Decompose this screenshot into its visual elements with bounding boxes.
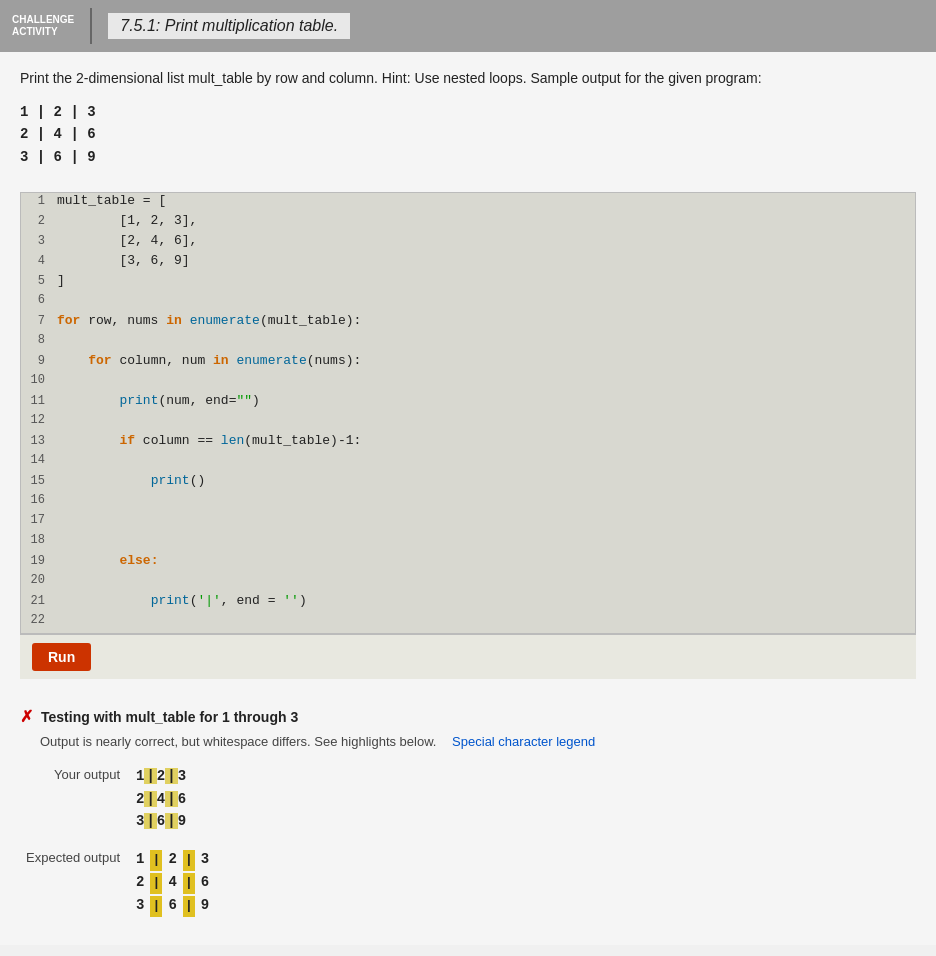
code-line-11: 11 print(num, end="") (21, 393, 915, 413)
activity-title: 7.5.1: Print multiplication table. (108, 13, 350, 39)
your-output-line-1: 1|2|3 (136, 765, 186, 787)
code-line-12: 12 (21, 413, 915, 433)
sample-line-3: 3 | 6 | 9 (20, 146, 916, 168)
challenge-label: CHALLENGE ACTIVITY (12, 14, 74, 38)
your-output-line-3: 3|6|9 (136, 810, 186, 832)
expected-output-block: 1 | 2 | 3 2 | 4 | 6 3 | 6 | 9 (136, 848, 209, 916)
code-line-13: 13 if column == len(mult_table)-1: (21, 433, 915, 453)
test-result-text: Testing with mult_table for 1 through 3 (41, 709, 298, 725)
expected-output-label: Expected output (20, 848, 120, 865)
code-line-4: 4 [3, 6, 9] (21, 253, 915, 273)
code-line-21: 21 print('|', end = '') (21, 593, 915, 613)
header: CHALLENGE ACTIVITY 7.5.1: Print multipli… (0, 0, 936, 52)
expected-output-section: Expected output 1 | 2 | 3 2 | 4 | 6 3 | … (20, 848, 916, 916)
expected-line-1: 1 | 2 | 3 (136, 848, 209, 871)
run-button-area: Run (20, 634, 916, 679)
code-editor[interactable]: 1 mult_table = [ 2 [1, 2, 3], 3 [2, 4, 6… (20, 192, 916, 634)
your-output-line-2: 2|4|6 (136, 788, 186, 810)
run-button[interactable]: Run (32, 643, 91, 671)
code-line-5: 5 ] (21, 273, 915, 293)
code-line-9: 9 for column, num in enumerate(nums): (21, 353, 915, 373)
code-line-10: 10 (21, 373, 915, 393)
instructions-text: Print the 2-dimensional list mult_table … (20, 68, 916, 89)
error-icon: ✗ (20, 707, 33, 726)
your-output-label: Your output (20, 765, 120, 782)
results-area: ✗ Testing with mult_table for 1 through … (0, 695, 936, 945)
expected-line-2: 2 | 4 | 6 (136, 871, 209, 894)
sample-output: 1 | 2 | 3 2 | 4 | 6 3 | 6 | 9 (20, 101, 916, 168)
your-output-section: Your output 1|2|3 2|4|6 3|6|9 (20, 765, 916, 832)
your-output-block: 1|2|3 2|4|6 3|6|9 (136, 765, 186, 832)
code-line-18: 18 (21, 533, 915, 553)
code-line-16: 16 (21, 493, 915, 513)
sample-line-1: 1 | 2 | 3 (20, 101, 916, 123)
expected-line-3: 3 | 6 | 9 (136, 894, 209, 917)
code-line-14: 14 (21, 453, 915, 473)
code-line-6: 6 (21, 293, 915, 313)
code-line-7: 7 for row, nums in enumerate(mult_table)… (21, 313, 915, 333)
sample-line-2: 2 | 4 | 6 (20, 123, 916, 145)
test-result: ✗ Testing with mult_table for 1 through … (20, 707, 916, 726)
code-line-19: 19 else: (21, 553, 915, 573)
code-line-22: 22 (21, 613, 915, 633)
main-content: Print the 2-dimensional list mult_table … (0, 52, 936, 695)
code-line-8: 8 (21, 333, 915, 353)
code-line-2: 2 [1, 2, 3], (21, 213, 915, 233)
code-line-3: 3 [2, 4, 6], (21, 233, 915, 253)
header-divider (90, 8, 92, 44)
output-note: Output is nearly correct, but whitespace… (20, 734, 916, 749)
code-line-15: 15 print() (21, 473, 915, 493)
code-line-1: 1 mult_table = [ (21, 193, 915, 213)
special-char-legend-link[interactable]: Special character legend (452, 734, 595, 749)
code-line-20: 20 (21, 573, 915, 593)
code-line-17: 17 (21, 513, 915, 533)
